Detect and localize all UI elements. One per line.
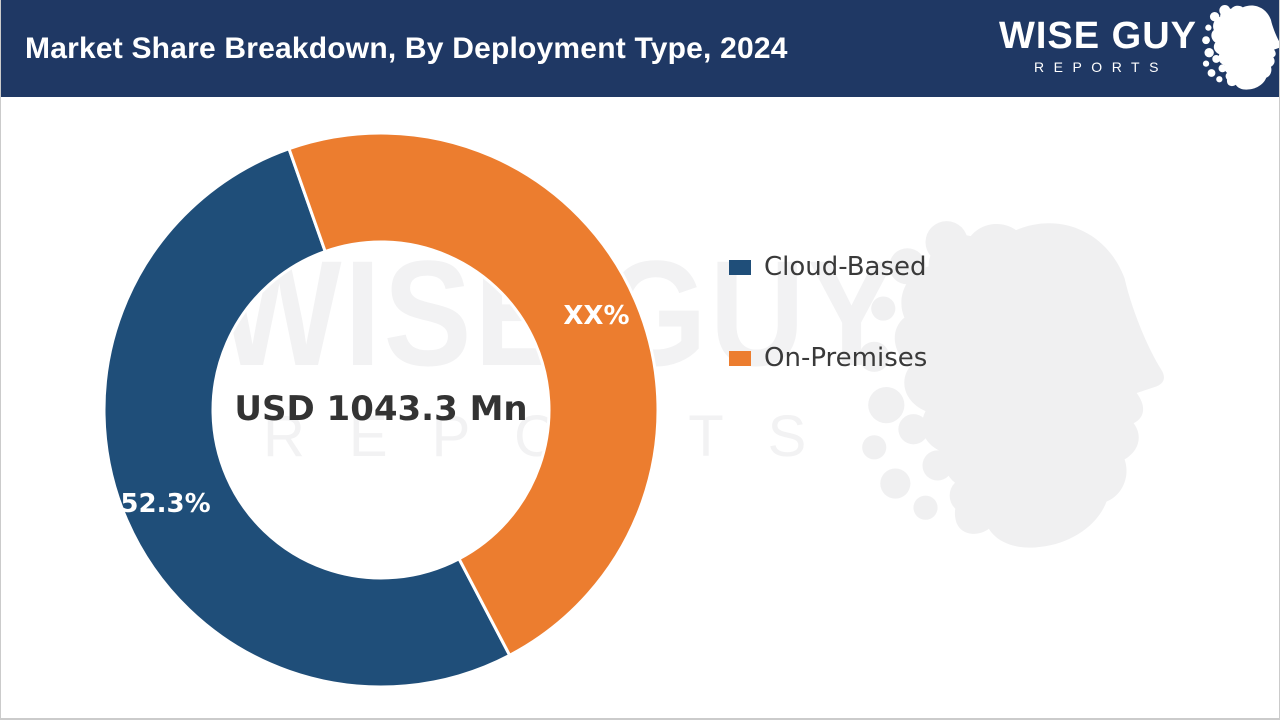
- legend-swatch-cloud-based: [729, 260, 751, 276]
- legend-label-cloud-based: Cloud-Based: [764, 252, 927, 282]
- legend-item-cloud-based: Cloud-Based: [729, 252, 927, 283]
- legend-swatch-on-premises: [729, 351, 751, 367]
- logo-head-icon: [1199, 1, 1280, 95]
- legend: Cloud-Based On-Premises: [729, 252, 927, 434]
- wiseguy-logo: WISE GUY REPORTS: [999, 0, 1279, 97]
- segment-label-cloud-based: 52.3%: [120, 488, 211, 519]
- chart-area: USD 1043.3 Mn 52.3% XX%: [104, 133, 658, 687]
- header-bar: Market Share Breakdown, By Deployment Ty…: [1, 0, 1279, 97]
- legend-item-on-premises: On-Premises: [729, 343, 927, 374]
- logo-title-text: WISE GUY: [998, 14, 1197, 57]
- infographic-root: Market Share Breakdown, By Deployment Ty…: [0, 0, 1280, 720]
- donut-center-label: USD 1043.3 Mn: [234, 389, 528, 429]
- page-title: Market Share Breakdown, By Deployment Ty…: [25, 31, 788, 65]
- logo-subtitle-text: REPORTS: [1034, 58, 1168, 75]
- segment-label-on-premises: XX%: [563, 301, 630, 332]
- logo-wordmark: WISE GUY REPORTS: [999, 17, 1197, 75]
- legend-label-on-premises: On-Premises: [764, 343, 928, 374]
